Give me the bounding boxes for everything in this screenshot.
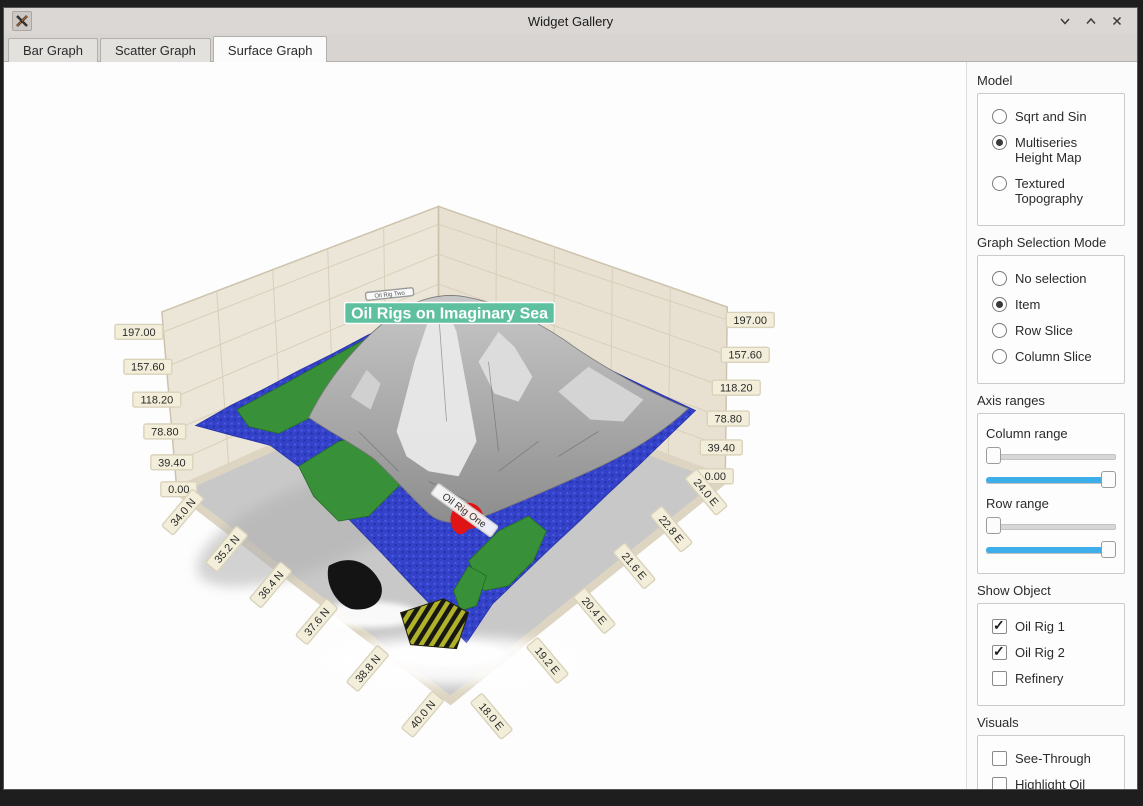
option-label: Textured Topography [1015, 176, 1083, 206]
option-label: Oil Rig 1 [1015, 619, 1065, 634]
main-content: Oil Rig Two Oil Rigs on Imaginary Sea Oi… [4, 62, 1137, 789]
svg-text:Oil Rigs on Imaginary Sea: Oil Rigs on Imaginary Sea [351, 306, 548, 323]
slider-handle[interactable] [1101, 471, 1116, 488]
checkbox-see-through[interactable] [992, 751, 1007, 766]
checkbox-oil-rig-2[interactable] [992, 645, 1007, 660]
control-panel: Model Sqrt and Sin Multiseries Height Map T… [966, 62, 1137, 789]
option-label: Highlight Oil [1015, 777, 1085, 789]
slider-column-range-min[interactable] [986, 447, 1116, 464]
svg-text:78.80: 78.80 [151, 426, 178, 438]
minimize-button[interactable] [1057, 13, 1073, 29]
option-label: Sqrt and Sin [1015, 109, 1087, 124]
tab-bar-graph[interactable]: Bar Graph [8, 38, 98, 62]
section-title-axis-ranges: Axis ranges [977, 393, 1125, 408]
slider-groove[interactable] [986, 524, 1116, 530]
option-sqrt-and-sin[interactable]: Sqrt and Sin [992, 109, 1114, 124]
option-label: Item [1015, 297, 1040, 312]
radio-button-textured-topography[interactable] [992, 176, 1007, 191]
option-row-slice[interactable]: Row Slice [992, 323, 1114, 338]
slider-column-range-max[interactable] [986, 471, 1116, 488]
section-title-visuals: Visuals [977, 715, 1125, 730]
slider-handle[interactable] [986, 447, 1001, 464]
option-multiseries-height-map[interactable]: Multiseries Height Map [992, 135, 1114, 165]
checkbox-oil-rig-1[interactable] [992, 619, 1007, 634]
option-label: Refinery [1015, 671, 1063, 686]
control-panel-sections: Model Sqrt and Sin Multiseries Height Map T… [977, 73, 1125, 789]
group-show-object: Oil Rig 1 Oil Rig 2 Refinery [977, 603, 1125, 706]
svg-text:197.00: 197.00 [733, 315, 767, 327]
option-textured-topography[interactable]: Textured Topography [992, 176, 1114, 206]
svg-text:39.40: 39.40 [158, 457, 185, 469]
slider-fill [986, 547, 1116, 553]
svg-text:39.40: 39.40 [708, 442, 735, 454]
slider-handle[interactable] [1101, 541, 1116, 558]
option-see-through[interactable]: See-Through [992, 751, 1114, 766]
svg-text:78.80: 78.80 [714, 413, 741, 425]
window-title: Widget Gallery [4, 14, 1137, 29]
slider-fill [986, 477, 1116, 483]
group-model: Sqrt and Sin Multiseries Height Map Textur… [977, 93, 1125, 226]
radio-button-column-slice[interactable] [992, 349, 1007, 364]
slider-handle[interactable] [986, 517, 1001, 534]
radio-button-row-slice[interactable] [992, 323, 1007, 338]
checkbox-highlight-oil[interactable] [992, 777, 1007, 789]
radio-button-no-selection[interactable] [992, 271, 1007, 286]
maximize-button[interactable] [1083, 13, 1099, 29]
group-visuals: See-ThroughHighlight OilShadows [977, 735, 1125, 789]
close-button[interactable] [1109, 13, 1125, 29]
title-bar[interactable]: Widget Gallery [4, 8, 1137, 34]
slider-row-range-min[interactable] [986, 517, 1116, 534]
svg-text:118.20: 118.20 [140, 395, 173, 407]
option-label: See-Through [1015, 751, 1091, 766]
slider-group-label-column-range: Column range [986, 426, 1116, 441]
tab-scatter-graph[interactable]: Scatter Graph [100, 38, 211, 62]
slider-groove[interactable] [986, 454, 1116, 460]
svg-text:0.00: 0.00 [168, 484, 189, 496]
option-no-selection[interactable]: No selection [992, 271, 1114, 286]
tab-surface-graph[interactable]: Surface Graph [213, 36, 328, 62]
group-graph-selection-mode: No selection Item Row Slice Column Slice [977, 255, 1125, 384]
surface-chart-canvas[interactable]: Oil Rig Two Oil Rigs on Imaginary Sea Oi… [4, 62, 966, 789]
chart-title-badge: Oil Rigs on Imaginary Sea [345, 303, 555, 324]
svg-text:157.60: 157.60 [131, 362, 165, 374]
tab-bar: Bar Graph Scatter Graph Surface Graph [4, 34, 1137, 62]
radio-button-multiseries-height-map[interactable] [992, 135, 1007, 150]
checkbox-refinery[interactable] [992, 671, 1007, 686]
option-oil-rig-1[interactable]: Oil Rig 1 [992, 619, 1114, 634]
option-label: Multiseries Height Map [1015, 135, 1081, 165]
window-controls [1057, 13, 1137, 29]
section-title-model: Model [977, 73, 1125, 88]
radio-button-item[interactable] [992, 297, 1007, 312]
surface-3d-view[interactable]: Oil Rig Two Oil Rigs on Imaginary Sea Oi… [4, 62, 966, 789]
option-highlight-oil[interactable]: Highlight Oil [992, 777, 1114, 789]
option-label: Row Slice [1015, 323, 1073, 338]
option-column-slice[interactable]: Column Slice [992, 349, 1114, 364]
radio-button-sqrt-and-sin[interactable] [992, 109, 1007, 124]
x11-logo-icon [12, 11, 32, 31]
section-title-show-object: Show Object [977, 583, 1125, 598]
option-item[interactable]: Item [992, 297, 1114, 312]
window-frame: Widget Gallery Bar Graph Scatter Graph S… [0, 0, 1143, 806]
app-window: Widget Gallery Bar Graph Scatter Graph S… [4, 8, 1137, 789]
option-label: Oil Rig 2 [1015, 645, 1065, 660]
group-axis-ranges: Column range Row range [977, 413, 1125, 574]
section-title-graph-selection-mode: Graph Selection Mode [977, 235, 1125, 250]
option-label: Column Slice [1015, 349, 1092, 364]
svg-text:118.20: 118.20 [720, 383, 753, 395]
svg-text:157.60: 157.60 [728, 350, 762, 362]
option-label: No selection [1015, 271, 1087, 286]
slider-group-label-row-range: Row range [986, 496, 1116, 511]
svg-text:197.00: 197.00 [122, 327, 156, 339]
option-refinery[interactable]: Refinery [992, 671, 1114, 686]
option-oil-rig-2[interactable]: Oil Rig 2 [992, 645, 1114, 660]
slider-row-range-max[interactable] [986, 541, 1116, 558]
